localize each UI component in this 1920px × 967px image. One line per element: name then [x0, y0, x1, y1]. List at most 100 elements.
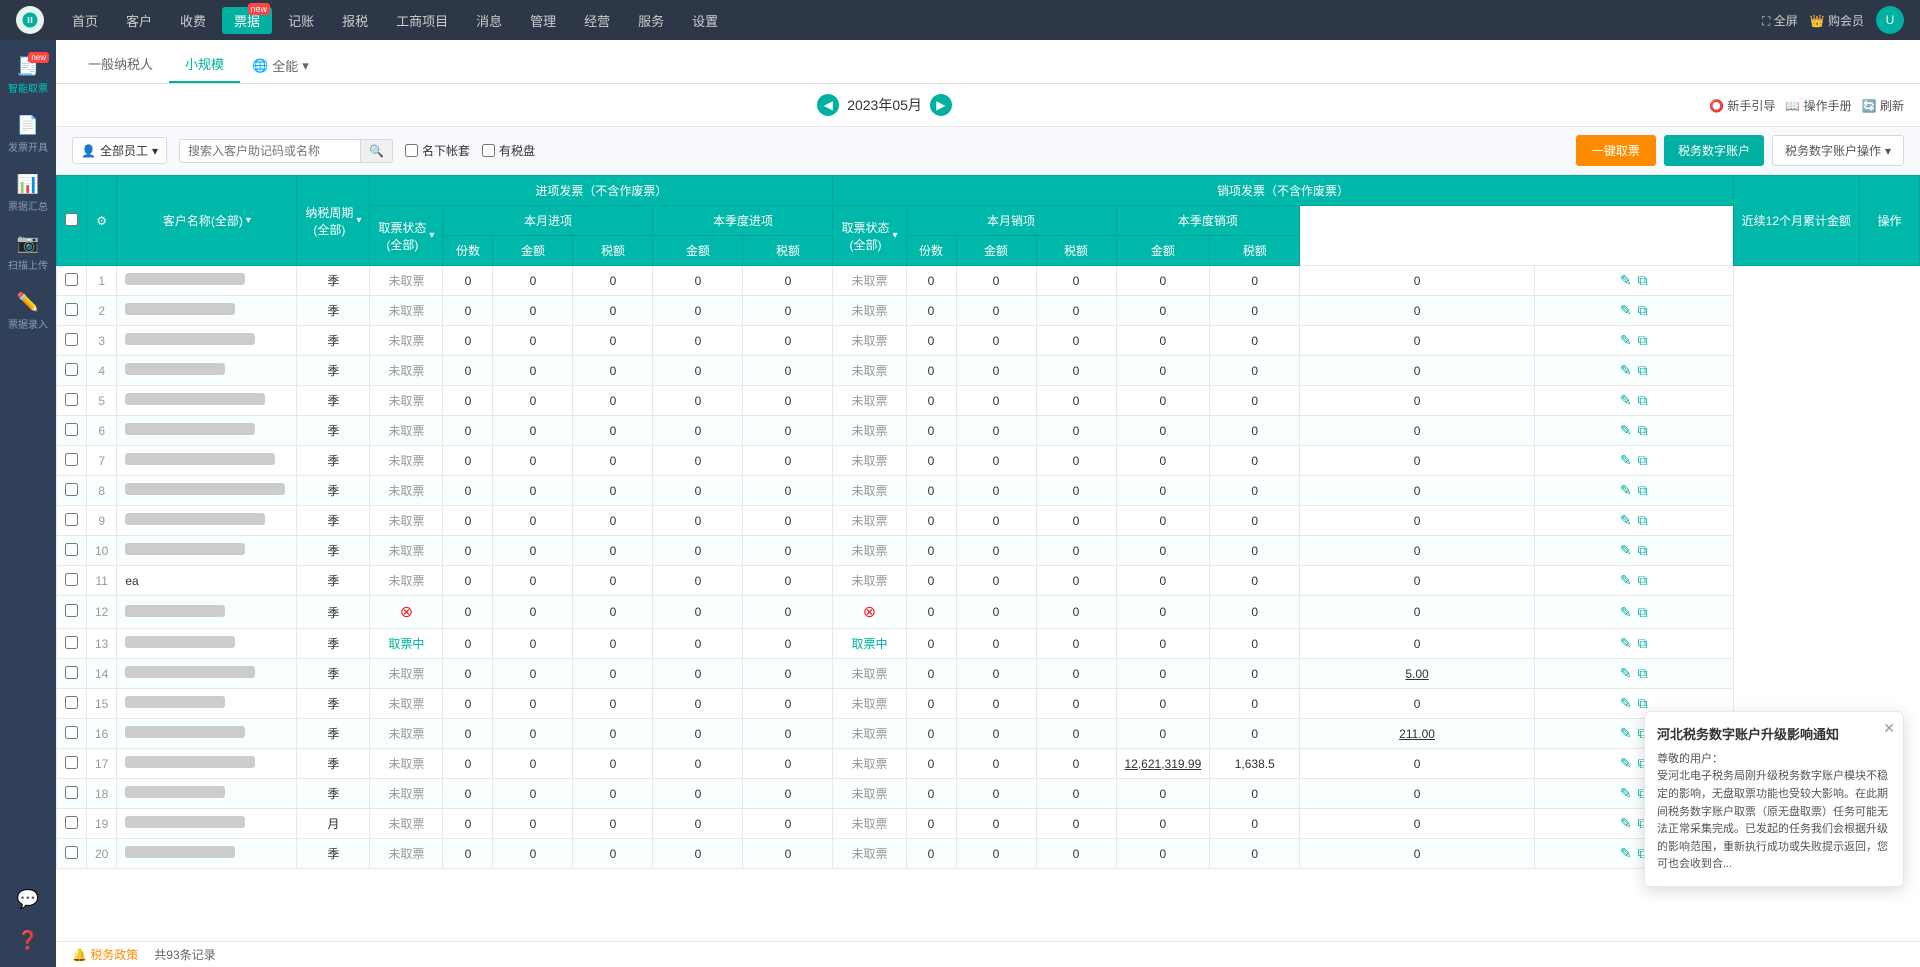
row-checkbox-cell[interactable]: [57, 689, 87, 719]
select-all-header[interactable]: [57, 176, 87, 266]
row-checkbox[interactable]: [65, 363, 78, 376]
row-checkbox-cell[interactable]: [57, 416, 87, 446]
q-amount-value[interactable]: 12,621,319.99: [1125, 757, 1202, 771]
row-checkbox[interactable]: [65, 604, 78, 617]
copy-icon[interactable]: ⧉: [1638, 452, 1648, 469]
edit-icon[interactable]: ✎: [1620, 512, 1632, 529]
row-checkbox[interactable]: [65, 393, 78, 406]
edit-icon[interactable]: ✎: [1620, 785, 1632, 802]
sidebar-item-chat[interactable]: 💬: [3, 881, 53, 918]
tab-all-filter[interactable]: 🌐 全能 ▾: [240, 48, 321, 83]
nav-bookkeeping[interactable]: 记账: [276, 7, 326, 34]
edit-icon[interactable]: ✎: [1620, 665, 1632, 682]
copy-icon[interactable]: ⧉: [1638, 332, 1648, 349]
my-accounts-filter[interactable]: 名下帐套: [405, 142, 470, 159]
edit-icon[interactable]: ✎: [1620, 422, 1632, 439]
has-tax-disk-checkbox[interactable]: [482, 144, 495, 157]
row-checkbox-cell[interactable]: [57, 659, 87, 689]
row-checkbox-cell[interactable]: [57, 446, 87, 476]
sidebar-item-invoice-open[interactable]: 📄 发票开具: [3, 107, 53, 162]
edit-icon[interactable]: ✎: [1620, 604, 1632, 621]
sidebar-item-scan-upload[interactable]: 📷 扫描上传: [3, 225, 53, 280]
copy-icon[interactable]: ⧉: [1638, 422, 1648, 439]
nav-home[interactable]: 首页: [60, 7, 110, 34]
nav-messages[interactable]: 消息: [464, 7, 514, 34]
row-checkbox[interactable]: [65, 333, 78, 346]
edit-icon[interactable]: ✎: [1620, 332, 1632, 349]
row-checkbox-cell[interactable]: [57, 719, 87, 749]
row-checkbox[interactable]: [65, 726, 78, 739]
row-checkbox-cell[interactable]: [57, 749, 87, 779]
edit-icon[interactable]: ✎: [1620, 755, 1632, 772]
edit-icon[interactable]: ✎: [1620, 272, 1632, 289]
select-all-checkbox[interactable]: [65, 213, 78, 226]
prev-month-button[interactable]: ◀: [817, 94, 839, 116]
in-status-filter-icon[interactable]: ▾: [429, 230, 434, 241]
tab-general-taxpayer[interactable]: 一般纳税人: [72, 46, 169, 83]
ytd-value[interactable]: 211.00: [1399, 727, 1435, 741]
edit-icon[interactable]: ✎: [1620, 392, 1632, 409]
copy-icon[interactable]: ⧉: [1638, 542, 1648, 559]
period-filter-icon[interactable]: ▾: [356, 215, 361, 226]
nav-fees[interactable]: 收费: [168, 7, 218, 34]
edit-icon[interactable]: ✎: [1620, 482, 1632, 499]
tax-digital-account-button[interactable]: 税务数字账户: [1664, 135, 1764, 166]
edit-icon[interactable]: ✎: [1620, 362, 1632, 379]
edit-icon[interactable]: ✎: [1620, 725, 1632, 742]
search-button[interactable]: 🔍: [360, 140, 392, 162]
row-checkbox-cell[interactable]: [57, 839, 87, 869]
row-checkbox-cell[interactable]: [57, 386, 87, 416]
row-checkbox-cell[interactable]: [57, 809, 87, 839]
edit-icon[interactable]: ✎: [1620, 572, 1632, 589]
one-click-fetch-button[interactable]: 一键取票: [1576, 135, 1656, 166]
sidebar-item-invoice-summary[interactable]: 📊 票据汇总: [3, 166, 53, 221]
row-checkbox-cell[interactable]: [57, 326, 87, 356]
tax-digital-operation-button[interactable]: 税务数字账户操作 ▾: [1772, 135, 1904, 166]
copy-icon[interactable]: ⧉: [1638, 482, 1648, 499]
tab-small-scale[interactable]: 小规模: [169, 46, 240, 83]
search-input[interactable]: [180, 140, 360, 162]
row-checkbox[interactable]: [65, 483, 78, 496]
fullscreen-button[interactable]: ⛶ 全屏: [1762, 12, 1798, 29]
row-checkbox[interactable]: [65, 786, 78, 799]
my-accounts-checkbox[interactable]: [405, 144, 418, 157]
row-checkbox[interactable]: [65, 423, 78, 436]
edit-icon[interactable]: ✎: [1620, 452, 1632, 469]
out-status-filter-icon[interactable]: ▾: [892, 230, 897, 241]
row-checkbox[interactable]: [65, 303, 78, 316]
edit-icon[interactable]: ✎: [1620, 635, 1632, 652]
nav-services[interactable]: 服务: [626, 7, 676, 34]
row-checkbox-cell[interactable]: [57, 566, 87, 596]
refresh-button[interactable]: 🔄 刷新: [1862, 97, 1904, 114]
customer-filter-icon[interactable]: ▾: [246, 215, 251, 226]
copy-icon[interactable]: ⧉: [1638, 572, 1648, 589]
row-checkbox[interactable]: [65, 666, 78, 679]
row-checkbox[interactable]: [65, 696, 78, 709]
edit-icon[interactable]: ✎: [1620, 695, 1632, 712]
row-checkbox-cell[interactable]: [57, 596, 87, 629]
row-checkbox-cell[interactable]: [57, 779, 87, 809]
row-checkbox[interactable]: [65, 756, 78, 769]
row-checkbox-cell[interactable]: [57, 536, 87, 566]
has-tax-disk-filter[interactable]: 有税盘: [482, 142, 535, 159]
row-checkbox-cell[interactable]: [57, 356, 87, 386]
row-checkbox-cell[interactable]: [57, 476, 87, 506]
tax-policy-link[interactable]: 🔔 税务政策: [72, 946, 138, 963]
nav-clients[interactable]: 客户: [114, 7, 164, 34]
row-checkbox-cell[interactable]: [57, 629, 87, 659]
edit-icon[interactable]: ✎: [1620, 815, 1632, 832]
vip-button[interactable]: 👑 购会员: [1810, 12, 1864, 29]
sidebar-item-help[interactable]: ❓: [3, 922, 53, 959]
row-checkbox-cell[interactable]: [57, 296, 87, 326]
copy-icon[interactable]: ⧉: [1638, 362, 1648, 379]
row-checkbox[interactable]: [65, 543, 78, 556]
row-checkbox[interactable]: [65, 513, 78, 526]
manual-button[interactable]: 📖 操作手册: [1785, 97, 1851, 114]
row-checkbox-cell[interactable]: [57, 266, 87, 296]
row-checkbox[interactable]: [65, 573, 78, 586]
row-checkbox-cell[interactable]: [57, 506, 87, 536]
row-checkbox[interactable]: [65, 453, 78, 466]
copy-icon[interactable]: ⧉: [1638, 512, 1648, 529]
new-guide-button[interactable]: ⭕ 新手引导: [1709, 97, 1775, 114]
copy-icon[interactable]: ⧉: [1638, 665, 1648, 682]
